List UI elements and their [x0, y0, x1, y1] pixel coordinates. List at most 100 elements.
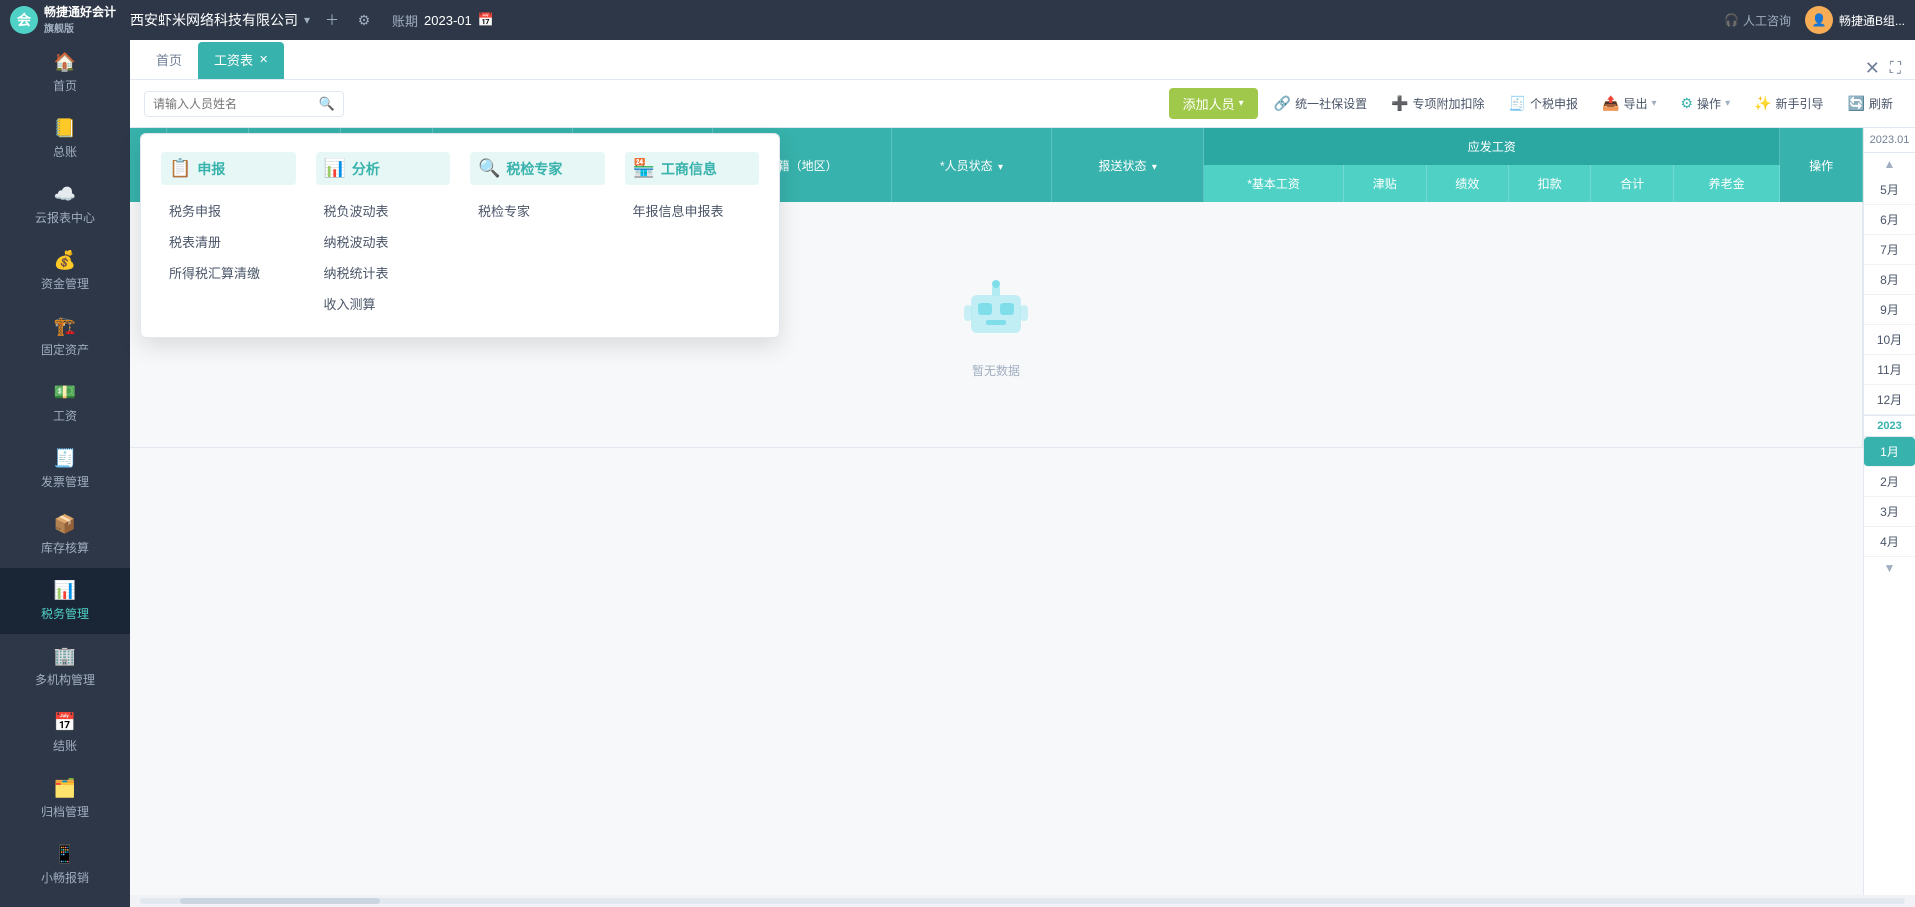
sidebar-item-cloud-report[interactable]: ☁️ 云报表中心	[0, 172, 130, 238]
fenxi-icon: 📊	[324, 158, 346, 179]
toolbar: 🔍 添加人员 ▾ 🔗 统一社保设置 ➕ 专项附加扣除	[130, 80, 1915, 128]
cal-month-2023-1[interactable]: 1月	[1864, 437, 1915, 467]
company-name: 西安虾米网络科技有限公司	[130, 10, 298, 30]
personal-tax-icon: 🧾	[1509, 95, 1526, 112]
search-input[interactable]	[153, 97, 315, 111]
calendar-down-nav[interactable]: ▼	[1864, 557, 1915, 579]
cal-month-2022-12[interactable]: 12月	[1864, 385, 1915, 415]
user-info[interactable]: 👤 畅捷通B组...	[1805, 6, 1905, 34]
add-person-dropdown-arrow: ▾	[1239, 98, 1244, 109]
social-security-action[interactable]: 🔗 统一社保设置	[1266, 91, 1375, 116]
sidebar-item-label: 结账	[53, 737, 77, 754]
salary-icon: 💵	[54, 382, 76, 403]
export-icon: 📤	[1602, 95, 1619, 112]
sidebar-item-archive[interactable]: 🗂️ 归档管理	[0, 766, 130, 832]
company-selector[interactable]: 西安虾米网络科技有限公司 ▾	[130, 10, 310, 30]
period-value: 2023-01	[424, 13, 472, 28]
cal-month-2023-3[interactable]: 3月	[1864, 497, 1915, 527]
dropdown-item-tax-table[interactable]: 税表清册	[161, 226, 296, 257]
cal-month-2022-10[interactable]: 10月	[1864, 325, 1915, 355]
export-chevron-icon: ▾	[1651, 98, 1656, 109]
dropdown-item-tax-stats[interactable]: 纳税统计表	[316, 257, 451, 288]
scrollbar-thumb	[180, 898, 380, 904]
cal-month-2022-11[interactable]: 11月	[1864, 355, 1915, 385]
th-performance: 绩效	[1426, 165, 1508, 202]
th-report-status-label: 报送状态	[1099, 159, 1147, 173]
xiaochang-icon: 📱	[54, 844, 76, 865]
special-deduction-action[interactable]: ➕ 专项附加扣除	[1383, 91, 1492, 116]
tab-home-label: 首页	[156, 50, 182, 69]
dropdown-item-income-tax-settle[interactable]: 所得税汇算清缴	[161, 257, 296, 288]
sidebar-item-inventory[interactable]: 📦 库存核算	[0, 502, 130, 568]
new-guide-label: 新手引导	[1776, 95, 1824, 112]
sidebar-item-basic-settings[interactable]: ⚙️ 基础设置	[0, 898, 130, 907]
user-name: 畅捷通B组...	[1839, 12, 1905, 29]
tab-salary[interactable]: 工资表 ✕	[198, 42, 284, 79]
sidebar-item-label: 库存核算	[41, 539, 89, 556]
sidebar-item-fixed-assets[interactable]: 🏗️ 固定资产	[0, 304, 130, 370]
report-filter-icon[interactable]: ▾	[1152, 162, 1157, 173]
add-person-button[interactable]: 添加人员 ▾	[1169, 88, 1258, 119]
cal-month-2022-9[interactable]: 9月	[1864, 295, 1915, 325]
cal-month-2023-4[interactable]: 4月	[1864, 527, 1915, 557]
tab-home[interactable]: 首页	[140, 42, 198, 79]
operation-chevron-icon: ▾	[1725, 98, 1730, 109]
ledger-icon: 📒	[54, 118, 76, 139]
calendar-up-nav[interactable]: ▲	[1864, 153, 1915, 175]
cal-month-2022-7[interactable]: 7月	[1864, 235, 1915, 265]
sidebar-item-closing[interactable]: 📅 结账	[0, 700, 130, 766]
invoice-icon: 🧾	[54, 448, 76, 469]
dropdown-item-tax-fluctuation[interactable]: 纳税波动表	[316, 226, 451, 257]
logo-text-block: 畅捷通好会计 旗舰版	[44, 5, 116, 34]
dropdown-section-fenxi: 📊 分析 税负波动表 纳税波动表 纳税统计表 收入测算	[306, 144, 461, 327]
dropdown-item-tax-declaration[interactable]: 税务申报	[161, 195, 296, 226]
fund-icon: 💰	[54, 250, 76, 271]
shuijian-icon: 🔍	[478, 158, 500, 179]
sidebar-item-xiaochang[interactable]: 📱 小畅报销	[0, 832, 130, 898]
dropdown-item-tax-expert[interactable]: 税检专家	[470, 195, 605, 226]
sidebar-item-fund[interactable]: 💰 资金管理	[0, 238, 130, 304]
dropdown-item-income-estimate[interactable]: 收入测算	[316, 288, 451, 319]
support-button[interactable]: 🎧 人工咨询	[1724, 12, 1791, 29]
new-guide-action[interactable]: ✨ 新手引导	[1746, 91, 1831, 116]
tab-close-icon[interactable]: ✕	[259, 53, 268, 66]
cal-month-2022-8[interactable]: 8月	[1864, 265, 1915, 295]
refresh-action[interactable]: 🔄 刷新	[1840, 91, 1901, 116]
sidebar-item-label: 小畅报销	[41, 869, 89, 886]
empty-icon	[956, 270, 1036, 350]
th-allowance: 津贴	[1344, 165, 1426, 202]
closing-icon: 📅	[54, 712, 76, 733]
gongshang-icon: 🏪	[633, 158, 655, 179]
dropdown-item-tax-burden[interactable]: 税负波动表	[316, 195, 451, 226]
th-pension: 养老金	[1673, 165, 1780, 202]
cal-month-2022-6[interactable]: 6月	[1864, 205, 1915, 235]
sidebar-item-salary[interactable]: 💵 工资	[0, 370, 130, 436]
dropdown-grid: 📋 申报 税务申报 税表清册 所得税汇算清缴 📊 分析 税负波动表 纳税波动表 …	[151, 144, 769, 327]
special-deduction-icon: ➕	[1391, 95, 1408, 112]
sidebar-item-multi-org[interactable]: 🏢 多机构管理	[0, 634, 130, 700]
add-company-button[interactable]: ＋	[320, 8, 344, 32]
th-operation-label: 操作	[1809, 159, 1833, 173]
dropdown-item-annual-report[interactable]: 年报信息申报表	[625, 195, 760, 226]
calendar-icon[interactable]: 📅	[478, 12, 494, 28]
export-action[interactable]: 📤 导出 ▾	[1594, 91, 1664, 116]
cal-month-2022-5[interactable]: 5月	[1864, 175, 1915, 205]
sidebar-item-home[interactable]: 🏠 首页	[0, 40, 130, 106]
social-security-label: 统一社保设置	[1295, 95, 1367, 112]
cal-month-2023-2[interactable]: 2月	[1864, 467, 1915, 497]
social-security-icon: 🔗	[1274, 95, 1291, 112]
period-label: 账期	[392, 11, 418, 30]
scrollbar-track[interactable]	[140, 898, 1905, 904]
sidebar-item-label: 税务管理	[41, 605, 89, 622]
settings-icon[interactable]: ⚙	[352, 8, 376, 32]
operation-action[interactable]: ⚙ 操作 ▾	[1672, 91, 1738, 116]
window-close-icon[interactable]: ✕	[1865, 58, 1880, 79]
sidebar-item-tax[interactable]: 📊 税务管理	[0, 568, 130, 634]
sidebar-item-ledger[interactable]: 📒 总账	[0, 106, 130, 172]
personal-tax-action[interactable]: 🧾 个税申报	[1501, 91, 1586, 116]
window-expand-icon[interactable]: ⛶	[1890, 60, 1901, 78]
filter-icon[interactable]: ▾	[998, 162, 1003, 173]
sidebar-item-label: 资金管理	[41, 275, 89, 292]
sidebar-item-invoice[interactable]: 🧾 发票管理	[0, 436, 130, 502]
gongshang-title: 工商信息	[661, 159, 717, 179]
